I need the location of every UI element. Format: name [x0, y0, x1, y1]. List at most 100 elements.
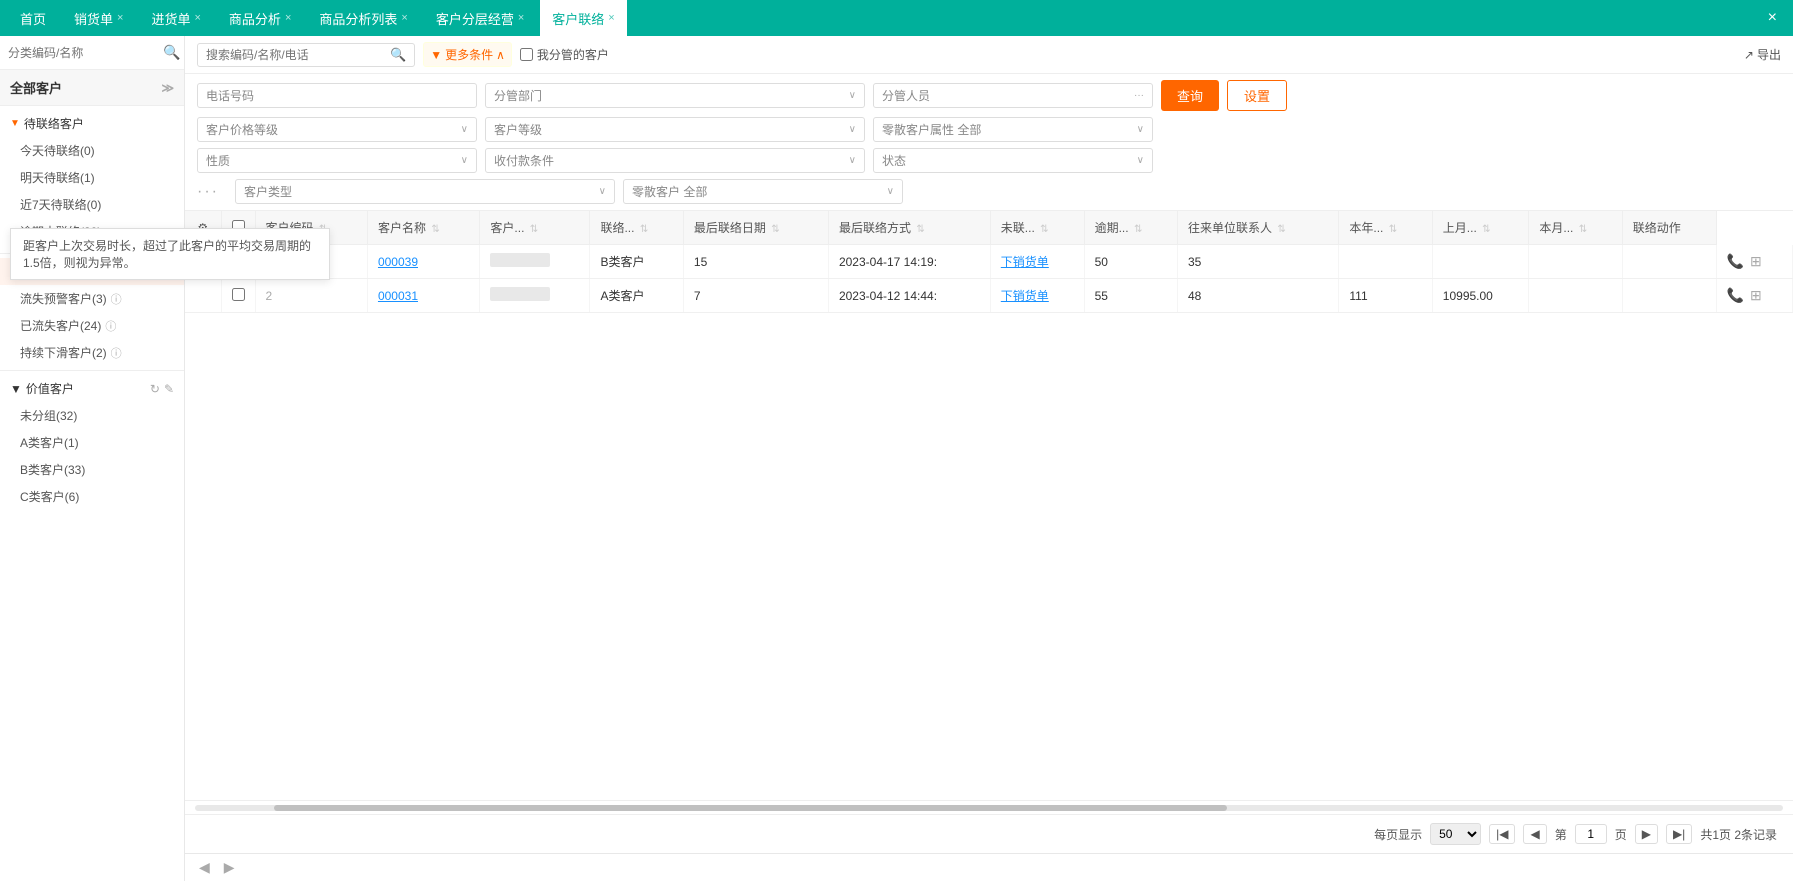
row2-phone-icon[interactable]: 📞 — [1727, 287, 1744, 304]
price-level-field[interactable]: 客户价格等级 ∨ — [197, 117, 477, 142]
scroll-thumb[interactable] — [274, 805, 1227, 811]
col-contact-count: 联络... ⇅ — [590, 211, 683, 245]
sidebar-item-tomorrow[interactable]: 明天待联络(1) — [0, 164, 184, 191]
more-filters-label: 更多条件 — [445, 46, 493, 63]
bottom-prev-arrow[interactable]: ◀ — [195, 859, 214, 876]
info-icon-4: ⓘ — [111, 345, 122, 361]
row1-last-method[interactable]: 下销货单 — [990, 245, 1084, 279]
customer-search-input[interactable] — [206, 48, 386, 62]
sort-overdue-icon[interactable]: ⇅ — [1134, 224, 1142, 235]
tab-sales-close[interactable]: × — [117, 12, 123, 24]
sidebar-search-icon[interactable]: 🔍 — [163, 44, 180, 61]
per-page-select[interactable]: 50 100 200 — [1430, 823, 1481, 845]
sidebar-value-group[interactable]: ▼ 价值客户 ↻ ✎ — [0, 375, 184, 402]
sort-contacts-icon[interactable]: ⇅ — [1277, 224, 1285, 235]
window-close-button[interactable]: × — [1760, 9, 1785, 27]
row2-checkbox[interactable] — [232, 288, 245, 301]
horizontal-scrollbar[interactable] — [185, 800, 1793, 814]
col-no-contact: 未联... ⇅ — [990, 211, 1084, 245]
bottom-nav-bar: ◀ ▶ — [185, 853, 1793, 881]
top-nav: 首页 销货单 × 进货单 × 商品分析 × 商品分析列表 × 客户分层经营 × … — [0, 0, 1793, 36]
sidebar-item-ungroup[interactable]: 未分组(32) — [0, 402, 184, 429]
arrow-down-icon: ▼ — [10, 118, 20, 129]
sort-this-month-icon[interactable]: ⇅ — [1579, 224, 1587, 235]
row1-action: 📞 ⊞ — [1716, 245, 1792, 279]
retail-customer-field[interactable]: 零散客户 全部 ∨ — [623, 179, 903, 204]
tab-customer-contact-close[interactable]: × — [608, 12, 614, 24]
next-page-button[interactable]: ▶ — [1635, 824, 1658, 844]
tab-customer-mgmt[interactable]: 客户分层经营 × — [424, 0, 536, 36]
tab-customer-contact[interactable]: 客户联络 × — [540, 0, 626, 36]
customer-search-icon[interactable]: 🔍 — [390, 47, 406, 63]
row1-phone-icon[interactable]: 📞 — [1727, 253, 1744, 270]
row1-contacts — [1339, 245, 1432, 279]
sidebar-item-today[interactable]: 今天待联络(0) — [0, 137, 184, 164]
nature-field[interactable]: 性质 ∨ — [197, 148, 477, 173]
sidebar-item-declining[interactable]: 持续下滑客户(2) ⓘ — [0, 339, 184, 366]
sort-last-month-icon[interactable]: ⇅ — [1482, 224, 1490, 235]
settings-button[interactable]: 设置 — [1227, 80, 1287, 111]
sidebar-search-input[interactable] — [8, 46, 163, 60]
sort-method-icon[interactable]: ⇅ — [916, 224, 924, 235]
sidebar-item-week[interactable]: 近7天待联络(0) — [0, 191, 184, 218]
dept-caret: ∨ — [849, 90, 856, 101]
sidebar-item-class-c[interactable]: C类客户(6) — [0, 483, 184, 510]
tab-sales[interactable]: 销货单 × — [62, 0, 135, 36]
tab-purchase-close[interactable]: × — [194, 12, 200, 24]
filter-row-3: 性质 ∨ 收付款条件 ∨ 状态 ∨ — [197, 148, 1781, 173]
customer-type-field[interactable]: 客户类型 ∨ — [235, 179, 615, 204]
row2-code[interactable]: 000031 — [367, 279, 479, 313]
sidebar-item-loss-warning[interactable]: 流失预警客户(3) ⓘ — [0, 285, 184, 312]
bottom-next-arrow[interactable]: ▶ — [220, 859, 239, 876]
sort-name-icon[interactable]: ⇅ — [431, 224, 439, 235]
col-last-month: 上月... ⇅ — [1432, 211, 1529, 245]
export-button[interactable]: ↗ 导出 — [1744, 46, 1781, 63]
query-button[interactable]: 查询 — [1161, 80, 1219, 111]
sidebar-group-pending-title[interactable]: ▼ 待联络客户 — [0, 110, 184, 137]
last-page-button[interactable]: ▶| — [1666, 824, 1692, 844]
total-records-label: 共1页 2条记录 — [1700, 826, 1777, 843]
more-filters-button[interactable]: ▼ 更多条件 ∧ — [423, 42, 512, 67]
sort-level-icon[interactable]: ⇅ — [530, 224, 538, 235]
edit-icon[interactable]: ✎ — [164, 382, 174, 396]
tab-purchase[interactable]: 进货单 × — [139, 0, 212, 36]
refresh-icon[interactable]: ↻ — [150, 382, 160, 396]
col-this-month: 本月... ⇅ — [1529, 211, 1622, 245]
customer-level-field[interactable]: 客户等级 ∨ — [485, 117, 865, 142]
page-number-input[interactable] — [1575, 824, 1607, 844]
sidebar-collapse-icon[interactable]: ≫ — [161, 81, 174, 95]
tab-home-label: 首页 — [20, 9, 46, 28]
row2-contacts: 111 — [1339, 279, 1432, 313]
tab-product-list[interactable]: 商品分析列表 × — [307, 0, 419, 36]
row2-last-method[interactable]: 下销货单 — [990, 279, 1084, 313]
export-arrow-icon: ↗ — [1744, 48, 1754, 62]
sidebar-item-class-a[interactable]: A类客户(1) — [0, 429, 184, 456]
tab-product-list-close[interactable]: × — [401, 12, 407, 24]
sort-contact-icon[interactable]: ⇅ — [640, 224, 648, 235]
retail-attr-field[interactable]: 零散客户属性 全部 ∨ — [873, 117, 1153, 142]
row2-overdue: 48 — [1178, 279, 1339, 313]
sort-year-icon[interactable]: ⇅ — [1389, 224, 1397, 235]
sort-date-icon[interactable]: ⇅ — [771, 224, 779, 235]
tab-customer-mgmt-close[interactable]: × — [518, 12, 524, 24]
row2-grid-icon[interactable]: ⊞ — [1750, 287, 1762, 304]
tab-product-analysis[interactable]: 商品分析 × — [217, 0, 303, 36]
sidebar-item-class-b[interactable]: B类客户(33) — [0, 456, 184, 483]
first-page-button[interactable]: |◀ — [1489, 824, 1515, 844]
ungroup-label: 未分组(32) — [20, 407, 77, 424]
filter-icon: ▼ — [430, 48, 442, 62]
tab-product-analysis-close[interactable]: × — [285, 12, 291, 24]
prev-page-button[interactable]: ◀ — [1523, 824, 1546, 844]
row1-grid-icon[interactable]: ⊞ — [1750, 253, 1762, 270]
more-dots[interactable]: ··· — [197, 183, 219, 201]
phone-field[interactable]: 电话号码 — [197, 83, 477, 108]
sidebar-item-lost[interactable]: 已流失客户(24) ⓘ — [0, 312, 184, 339]
sort-no-contact-icon[interactable]: ⇅ — [1040, 224, 1048, 235]
payment-field[interactable]: 收付款条件 ∨ — [485, 148, 865, 173]
my-customer-checkbox[interactable] — [520, 48, 533, 61]
tab-home[interactable]: 首页 — [8, 0, 58, 36]
person-field[interactable]: 分管人员 ··· — [873, 83, 1153, 108]
status-field[interactable]: 状态 ∨ — [873, 148, 1153, 173]
dept-field[interactable]: 分管部门 ∨ — [485, 83, 865, 108]
row1-code[interactable]: 000039 — [367, 245, 479, 279]
